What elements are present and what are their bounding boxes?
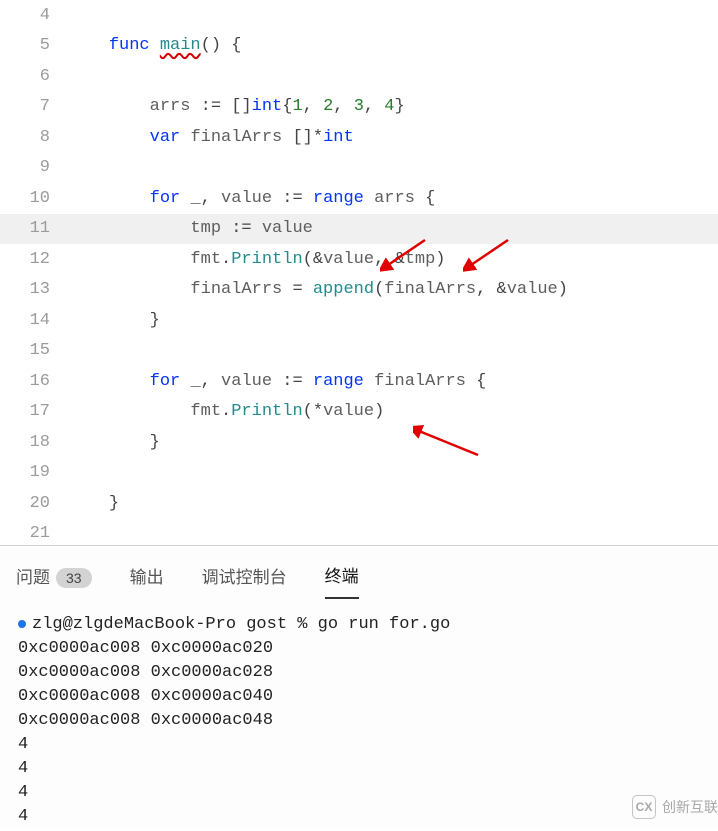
tab-problems[interactable]: 问题33	[16, 557, 92, 598]
tab-terminal[interactable]: 终端	[325, 556, 359, 599]
code-content: finalArrs = append(finalArrs, &value)	[68, 280, 718, 299]
code-content: fmt.Println(&value, &tmp)	[68, 250, 718, 269]
line-number: 20	[0, 494, 68, 513]
line-number: 12	[0, 250, 68, 269]
line-number: 19	[0, 463, 68, 482]
terminal-line: 0xc0000ac008 0xc0000ac040	[18, 685, 700, 709]
watermark-logo-icon: CX	[632, 795, 656, 819]
tab-output[interactable]: 输出	[130, 557, 164, 598]
code-content: var finalArrs []*int	[68, 128, 718, 147]
terminal-output[interactable]: zlg@zlgdeMacBook-Pro gost % go run for.g…	[0, 599, 718, 829]
line-number: 10	[0, 189, 68, 208]
code-content: }	[68, 311, 718, 330]
line-number: 17	[0, 402, 68, 421]
line-number: 14	[0, 311, 68, 330]
line-number: 4	[0, 6, 68, 25]
line-number: 15	[0, 341, 68, 360]
bottom-panel: 问题33 输出 调试控制台 终端 zlg@zlgdeMacBook-Pro go…	[0, 545, 718, 829]
tab-debug-console[interactable]: 调试控制台	[202, 557, 287, 598]
code-content: tmp := value	[68, 219, 718, 238]
line-number: 5	[0, 36, 68, 55]
code-editor[interactable]: 4 5 func main() { 6 7 arrs := []int{1, 2…	[0, 0, 718, 545]
code-content: for _, value := range finalArrs {	[68, 372, 718, 391]
line-number: 6	[0, 67, 68, 86]
terminal-line: 4	[18, 757, 700, 781]
terminal-line: 0xc0000ac008 0xc0000ac048	[18, 709, 700, 733]
terminal-line: zlg@zlgdeMacBook-Pro gost % go run for.g…	[32, 615, 450, 634]
line-number: 8	[0, 128, 68, 147]
watermark: CX 创新互联	[632, 795, 718, 819]
code-content: func main() {	[68, 36, 718, 55]
code-content: arrs := []int{1, 2, 3, 4}	[68, 97, 718, 116]
problems-badge: 33	[56, 568, 92, 588]
code-content: fmt.Println(*value)	[68, 402, 718, 421]
code-content: }	[68, 433, 718, 452]
terminal-line: 4	[18, 805, 700, 829]
terminal-line: 4	[18, 781, 700, 805]
panel-tabs: 问题33 输出 调试控制台 终端	[0, 546, 718, 599]
terminal-line: 0xc0000ac008 0xc0000ac020	[18, 637, 700, 661]
code-content: }	[68, 494, 718, 513]
line-number: 9	[0, 158, 68, 177]
line-number: 18	[0, 433, 68, 452]
terminal-line: 0xc0000ac008 0xc0000ac028	[18, 661, 700, 685]
line-number: 11	[0, 219, 68, 238]
line-number: 21	[0, 524, 68, 543]
code-content: for _, value := range arrs {	[68, 189, 718, 208]
line-number: 13	[0, 280, 68, 299]
line-number: 16	[0, 372, 68, 391]
terminal-line: 4	[18, 733, 700, 757]
prompt-dot-icon	[18, 620, 26, 628]
line-number: 7	[0, 97, 68, 116]
